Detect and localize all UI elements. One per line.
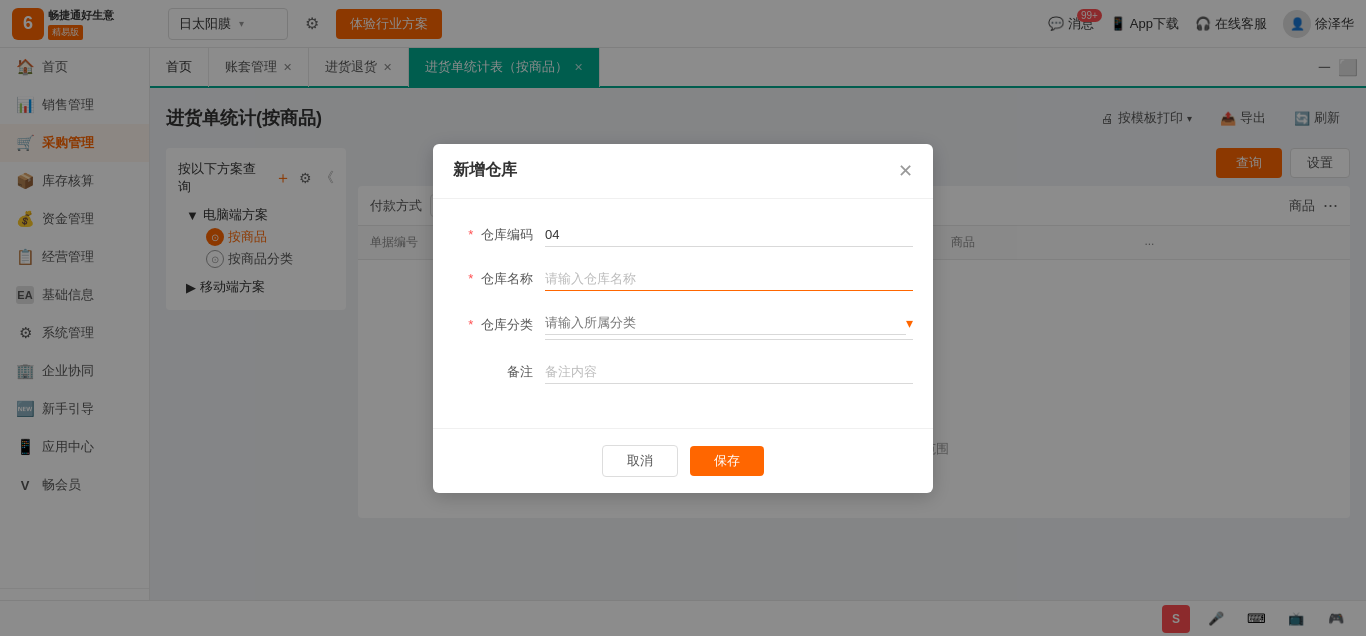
warehouse-category-label: * 仓库分类	[453, 316, 533, 334]
cancel-button[interactable]: 取消	[602, 445, 678, 477]
modal-footer: 取消 保存	[433, 428, 933, 493]
form-row-remark: 备注	[453, 360, 913, 384]
category-dropdown-icon[interactable]: ▾	[906, 315, 913, 331]
warehouse-code-input[interactable]	[545, 223, 913, 247]
save-button[interactable]: 保存	[690, 446, 764, 476]
form-row-warehouse-category: * 仓库分类 ▾	[453, 311, 913, 340]
modal-overlay[interactable]: 新增仓库 ✕ * 仓库编码 * 仓库名称	[0, 0, 1366, 636]
required-mark: *	[468, 227, 473, 242]
warehouse-name-label: * 仓库名称	[453, 270, 533, 288]
remark-label: 备注	[453, 363, 533, 381]
modal-body: * 仓库编码 * 仓库名称 * 仓库分类	[433, 199, 933, 428]
remark-input[interactable]	[545, 360, 913, 384]
form-row-warehouse-code: * 仓库编码	[453, 223, 913, 247]
warehouse-category-input[interactable]	[545, 311, 906, 335]
required-mark: *	[468, 317, 473, 332]
warehouse-name-input[interactable]	[545, 267, 913, 291]
add-warehouse-modal: 新增仓库 ✕ * 仓库编码 * 仓库名称	[433, 144, 933, 493]
required-mark: *	[468, 271, 473, 286]
modal-header: 新增仓库 ✕	[433, 144, 933, 199]
form-row-warehouse-name: * 仓库名称	[453, 267, 913, 291]
modal-title: 新增仓库	[453, 160, 517, 181]
modal-close-button[interactable]: ✕	[898, 160, 913, 182]
warehouse-code-label: * 仓库编码	[453, 226, 533, 244]
